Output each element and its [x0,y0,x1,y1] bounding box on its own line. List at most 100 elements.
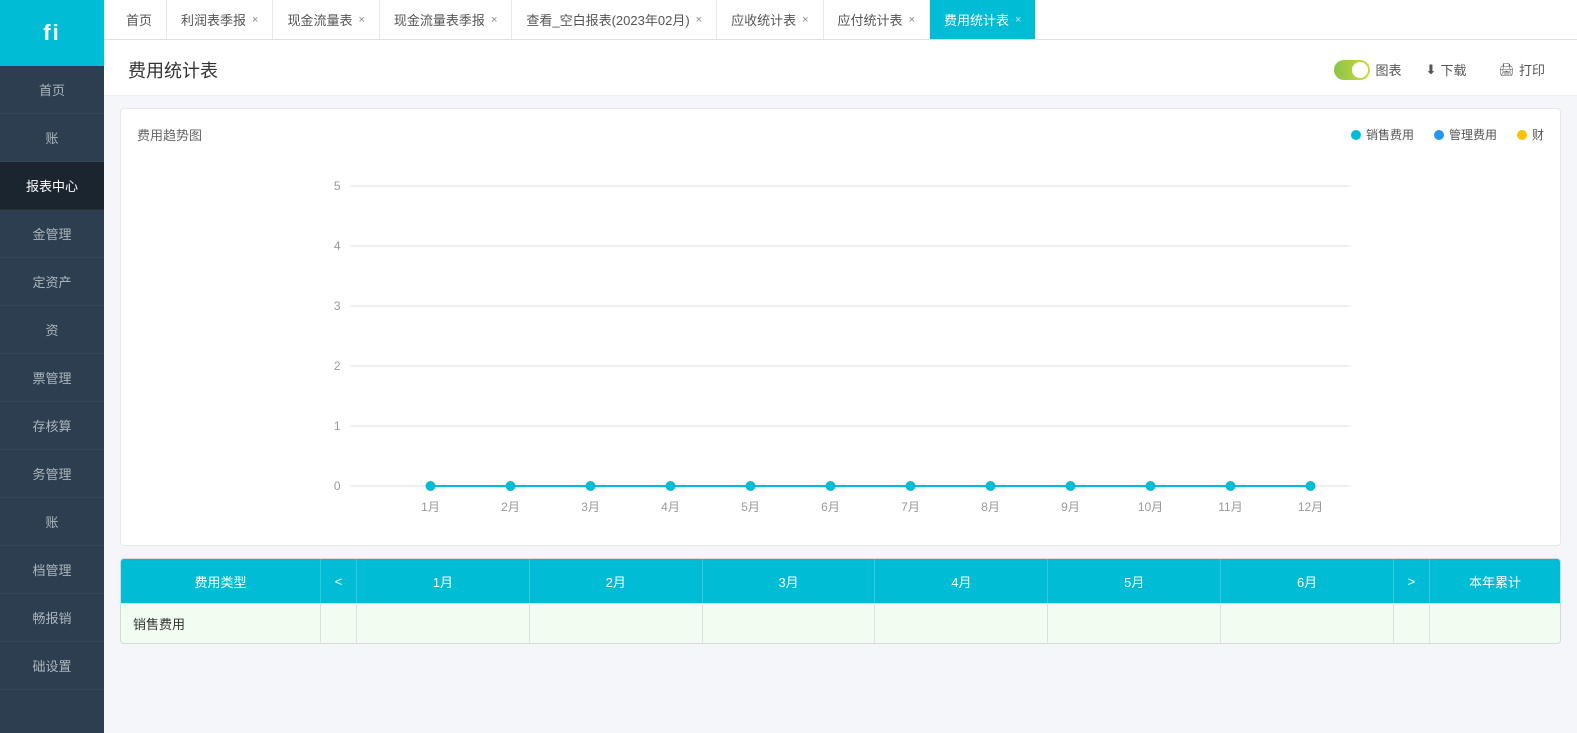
page-header: 费用统计表 图表 ⬇ 下载 🖨 打印 [104,40,1577,96]
svg-text:9月: 9月 [1061,500,1080,514]
legend-dot-sales [1351,130,1361,140]
sidebar-item-fixed-asset[interactable]: 定资产 [0,258,104,306]
tab-close-profit-quarterly[interactable]: × [252,14,258,26]
tab-receivable[interactable]: 应收统计表 × [717,0,823,40]
td-m5 [1048,604,1221,643]
td-ytd [1430,604,1560,643]
sidebar-item-invoice[interactable]: 票管理 [0,354,104,402]
tab-profit-quarterly[interactable]: 利润表季报 × [167,0,273,40]
th-nav-next[interactable]: > [1394,559,1430,603]
td-nav-prev-spacer [321,604,357,643]
svg-text:12月: 12月 [1298,500,1323,514]
th-m4: 4月 [875,559,1048,603]
print-label: 打印 [1519,60,1545,79]
header-actions: 图表 ⬇ 下载 🖨 打印 [1334,56,1553,83]
expense-table: 费用类型 < 1月 2月 3月 4月 5月 [120,558,1561,644]
sidebar-item-expense-report[interactable]: 畅报销 [0,594,104,642]
legend-dot-admin [1434,130,1444,140]
chart-header: 费用趋势图 销售费用 管理费用 财 [137,125,1544,144]
td-m6 [1221,604,1394,643]
download-icon: ⬇ [1426,62,1437,78]
table-row: 销售费用 [121,603,1560,643]
svg-text:3月: 3月 [581,500,600,514]
legend-dot-finance [1517,130,1527,140]
chart-svg: 5 4 3 2 1 0 1月 2月 3月 4月 5月 6月 7月 8月 9月 [137,156,1544,526]
svg-text:11月: 11月 [1218,500,1242,514]
tab-close-expense[interactable]: × [1015,14,1021,26]
chart-toggle[interactable] [1334,60,1370,80]
sidebar: fi 首页 账 报表中心 金管理 定资产 资 票管理 存核算 务管理 账 档管理… [0,0,104,733]
tab-cashflow-quarterly[interactable]: 现金流量表季报 × [380,0,512,40]
svg-text:10月: 10月 [1138,500,1163,514]
svg-text:2月: 2月 [501,500,520,514]
svg-text:7月: 7月 [901,500,920,514]
chart-toggle-label: 图表 [1376,60,1402,79]
td-m3 [703,604,876,643]
tab-close-cashflow[interactable]: × [358,14,364,26]
th-m3: 3月 [703,559,876,603]
svg-text:4月: 4月 [661,500,680,514]
sidebar-item-account[interactable]: 账 [0,114,104,162]
sidebar-item-settings[interactable]: 础设置 [0,642,104,690]
chart-legend: 销售费用 管理费用 财 [1351,126,1544,143]
download-label: 下载 [1440,60,1466,79]
main-area: 首页 利润表季报 × 现金流量表 × 现金流量表季报 × 查看_空白报表(202… [104,0,1577,733]
th-nav-prev[interactable]: < [321,559,357,603]
download-button[interactable]: ⬇ 下载 [1418,56,1475,83]
tab-blank-report[interactable]: 查看_空白报表(2023年02月) × [512,0,717,40]
tab-close-receivable[interactable]: × [802,14,808,26]
th-m2: 2月 [530,559,703,603]
page-title: 费用统计表 [128,57,218,83]
svg-text:2: 2 [334,359,341,373]
tab-expense[interactable]: 费用统计表 × [930,0,1036,40]
sidebar-logo: fi [0,0,104,66]
svg-text:4: 4 [334,239,341,253]
th-ytd: 本年累计 [1430,559,1560,603]
tab-close-payable[interactable]: × [909,14,915,26]
sidebar-item-report-center[interactable]: 报表中心 [0,162,104,210]
tab-bar: 首页 利润表季报 × 现金流量表 × 现金流量表季报 × 查看_空白报表(202… [104,0,1577,40]
th-type: 费用类型 [121,559,321,603]
chart-svg-wrap: 5 4 3 2 1 0 1月 2月 3月 4月 5月 6月 7月 8月 9月 [137,156,1544,529]
table-header: 费用类型 < 1月 2月 3月 4月 5月 [121,559,1560,603]
svg-text:1: 1 [334,419,341,433]
tab-cashflow[interactable]: 现金流量表 × [273,0,379,40]
td-m4 [875,604,1048,643]
tab-close-blank-report[interactable]: × [696,14,702,26]
td-m2 [530,604,703,643]
chart-container: 费用趋势图 销售费用 管理费用 财 [120,108,1561,546]
svg-text:5: 5 [334,179,341,193]
tab-close-cashflow-quarterly[interactable]: × [491,14,497,26]
tab-home[interactable]: 首页 [112,0,167,40]
print-icon: 🖨 [1498,62,1515,78]
legend-finance: 财 [1517,126,1544,143]
legend-label-admin: 管理费用 [1449,126,1497,143]
print-button[interactable]: 🖨 打印 [1490,56,1553,83]
svg-text:1月: 1月 [421,500,440,514]
chart-title: 费用趋势图 [137,125,202,144]
svg-text:3: 3 [334,299,341,313]
td-nav-next-spacer [1394,604,1430,643]
sidebar-item-loan[interactable]: 资 [0,306,104,354]
sidebar-item-fund[interactable]: 金管理 [0,210,104,258]
sidebar-item-home[interactable]: 首页 [0,66,104,114]
sidebar-item-inventory[interactable]: 存核算 [0,402,104,450]
legend-label-sales: 销售费用 [1366,126,1414,143]
th-m1: 1月 [357,559,530,603]
svg-text:5月: 5月 [741,500,760,514]
legend-label-finance: 财 [1532,126,1544,143]
svg-text:8月: 8月 [981,500,1000,514]
legend-admin: 管理费用 [1434,126,1497,143]
tab-payable[interactable]: 应付统计表 × [824,0,930,40]
chart-toggle-wrap[interactable]: 图表 [1334,60,1402,80]
svg-text:0: 0 [334,479,341,493]
content-area: 费用统计表 图表 ⬇ 下载 🖨 打印 费用趋势图 [104,40,1577,733]
sidebar-item-archive[interactable]: 档管理 [0,546,104,594]
td-type: 销售费用 [121,604,321,643]
td-m1 [357,604,530,643]
sidebar-item-service[interactable]: 务管理 [0,450,104,498]
th-m6: 6月 [1221,559,1394,603]
th-m5: 5月 [1048,559,1221,603]
sidebar-item-ledger[interactable]: 账 [0,498,104,546]
svg-text:6月: 6月 [821,500,840,514]
